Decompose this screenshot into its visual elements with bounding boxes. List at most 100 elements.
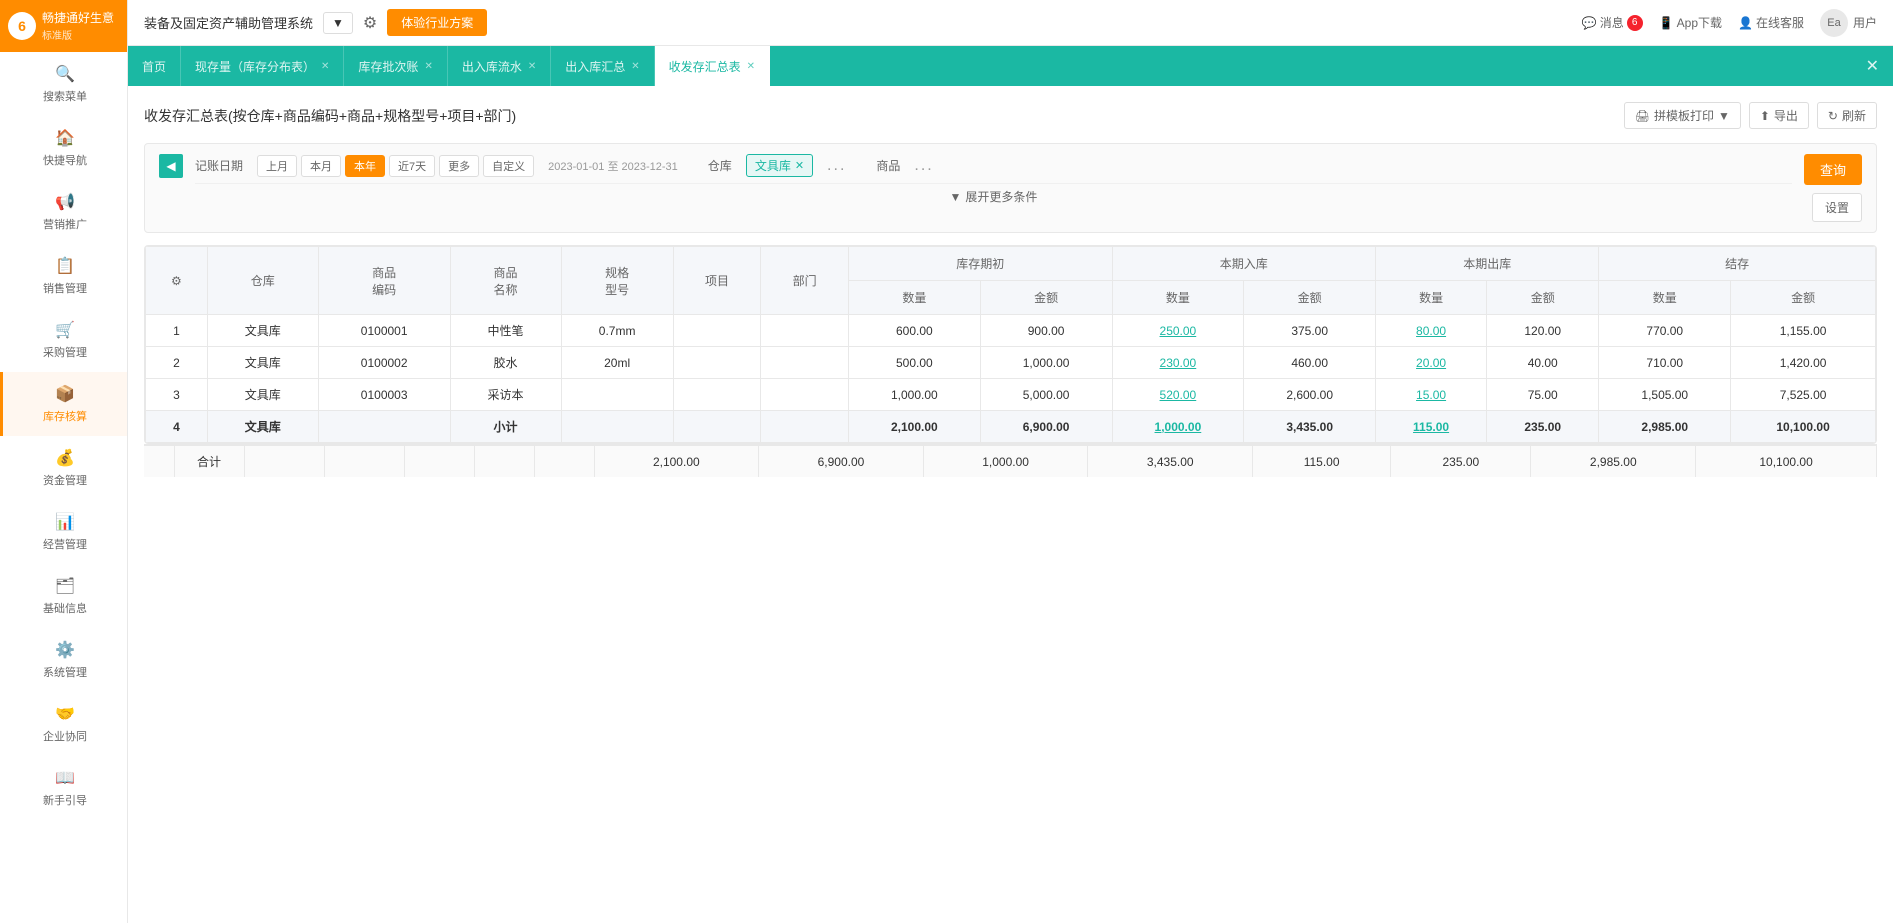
online-service-label: 在线客服 bbox=[1756, 14, 1804, 31]
row-dept bbox=[761, 315, 849, 347]
export-button[interactable]: ⬆ 导出 bbox=[1749, 102, 1809, 129]
subtotal-spec bbox=[561, 411, 673, 443]
sidebar-item-quick-nav[interactable]: 🏠 快捷导航 bbox=[0, 116, 127, 180]
tab-inout-flow-close[interactable]: ✕ bbox=[528, 61, 536, 72]
sidebar-item-marketing[interactable]: 📢 营销推广 bbox=[0, 180, 127, 244]
tab-home[interactable]: 首页 bbox=[128, 46, 181, 86]
footer-total: 合计 2,100.00 6,900.00 1,000.00 3,435.00 1… bbox=[144, 444, 1877, 477]
date-more[interactable]: 更多 bbox=[439, 155, 479, 177]
quick-nav-icon: 🏠 bbox=[55, 128, 75, 148]
logo-title: 畅捷通好生意 bbox=[42, 10, 114, 27]
goods-filter-more[interactable]: ... bbox=[914, 157, 933, 175]
user-info[interactable]: Ea 用户 bbox=[1820, 9, 1877, 37]
table-row: 3 文具库 0100003 采访本 1,000.00 5,000.00 520.… bbox=[146, 379, 1876, 411]
subtotal-in-qty[interactable]: 1,000.00 bbox=[1112, 411, 1244, 443]
date-prev-month[interactable]: 上月 bbox=[257, 155, 297, 177]
table-settings-th[interactable]: ⚙ bbox=[146, 247, 208, 315]
row-in-qty[interactable]: 520.00 bbox=[1112, 379, 1244, 411]
date-7days[interactable]: 近7天 bbox=[389, 155, 435, 177]
sidebar-item-purchase[interactable]: 🛒 采购管理 bbox=[0, 308, 127, 372]
date-custom[interactable]: 自定义 bbox=[483, 155, 534, 177]
row-goods-code: 0100001 bbox=[318, 315, 450, 347]
operation-label: 经营管理 bbox=[43, 536, 87, 552]
tab-stock-dist[interactable]: 现存量（库存分布表） ✕ bbox=[181, 46, 344, 86]
total-out-amt: 235.00 bbox=[1391, 446, 1531, 477]
tab-inout-summary[interactable]: 出入库汇总 ✕ bbox=[551, 46, 654, 86]
tab-inout-flow[interactable]: 出入库流水 ✕ bbox=[448, 46, 551, 86]
row-project bbox=[673, 379, 761, 411]
tab-bar-close-btn[interactable]: ✕ bbox=[1852, 56, 1893, 76]
warehouse-filter-more[interactable]: ... bbox=[827, 157, 846, 175]
sales-label: 销售管理 bbox=[43, 280, 87, 296]
row-dept bbox=[761, 347, 849, 379]
sidebar-item-sales[interactable]: 📋 销售管理 bbox=[0, 244, 127, 308]
message-link[interactable]: 💬 消息 6 bbox=[1582, 14, 1643, 31]
total-in-qty: 1,000.00 bbox=[923, 446, 1088, 477]
row-out-amt: 40.00 bbox=[1487, 347, 1599, 379]
subtotal-open-qty: 2,100.00 bbox=[848, 411, 980, 443]
th-warehouse: 仓库 bbox=[207, 247, 318, 315]
row-project bbox=[673, 315, 761, 347]
sidebar-item-search[interactable]: 🔍 搜索菜单 bbox=[0, 52, 127, 116]
app-download-label: App下载 bbox=[1677, 14, 1722, 31]
print-label: 拼模板打印 bbox=[1654, 107, 1714, 124]
sidebar-item-finance[interactable]: 💰 资金管理 bbox=[0, 436, 127, 500]
sidebar-item-guide[interactable]: 📖 新手引导 bbox=[0, 756, 127, 820]
row-out-qty[interactable]: 15.00 bbox=[1376, 379, 1487, 411]
query-button[interactable]: 查询 bbox=[1804, 154, 1862, 185]
inventory-icon: 📦 bbox=[55, 384, 75, 404]
row-in-qty[interactable]: 230.00 bbox=[1112, 347, 1244, 379]
row-goods-name: 胶水 bbox=[450, 347, 561, 379]
date-range-display: 2023-01-01 至 2023-12-31 bbox=[548, 158, 678, 174]
date-current-year[interactable]: 本年 bbox=[345, 155, 385, 177]
row-warehouse: 文具库 bbox=[207, 379, 318, 411]
top-header: 装备及固定资产辅助管理系统 ▼ ⚙ 体验行业方案 💬 消息 6 📱 App下载 bbox=[128, 0, 1893, 46]
row-goods-name: 中性笔 bbox=[450, 315, 561, 347]
message-icon: 💬 bbox=[1582, 16, 1597, 30]
gear-icon[interactable]: ⚙ bbox=[363, 13, 377, 33]
logo-sub: 标准版 bbox=[42, 27, 114, 42]
sidebar-item-operation[interactable]: 📊 经营管理 bbox=[0, 500, 127, 564]
tab-batch-close[interactable]: ✕ bbox=[424, 61, 432, 72]
tab-recv-send-close[interactable]: ✕ bbox=[747, 61, 755, 72]
online-service-link[interactable]: 👤 在线客服 bbox=[1738, 14, 1804, 31]
row-balance-qty: 710.00 bbox=[1599, 347, 1731, 379]
date-current-month[interactable]: 本月 bbox=[301, 155, 341, 177]
expand-filter-btn[interactable]: ▼ 展开更多条件 bbox=[195, 183, 1792, 209]
refresh-button[interactable]: ↻ 刷新 bbox=[1817, 102, 1877, 129]
operation-icon: 📊 bbox=[55, 512, 75, 532]
subtotal-dept bbox=[761, 411, 849, 443]
row-in-amt: 375.00 bbox=[1244, 315, 1376, 347]
row-in-qty[interactable]: 250.00 bbox=[1112, 315, 1244, 347]
row-out-amt: 120.00 bbox=[1487, 315, 1599, 347]
sidebar-item-basic[interactable]: 🗂 基础信息 bbox=[0, 564, 127, 628]
print-button[interactable]: 🖨 拼模板打印 ▼ bbox=[1624, 102, 1741, 129]
sidebar-item-inventory[interactable]: 📦 库存核算 bbox=[0, 372, 127, 436]
filter-collapse-btn[interactable]: ◀ bbox=[159, 154, 183, 178]
row-out-qty[interactable]: 20.00 bbox=[1376, 347, 1487, 379]
tab-recv-send[interactable]: 收发存汇总表 ✕ bbox=[655, 46, 770, 86]
tab-inout-summary-close[interactable]: ✕ bbox=[631, 61, 639, 72]
sidebar-item-collab[interactable]: 🤝 企业协同 bbox=[0, 692, 127, 756]
settings-button[interactable]: 设置 bbox=[1812, 193, 1862, 222]
app-download-link[interactable]: 📱 App下载 bbox=[1659, 14, 1722, 31]
total-open-qty: 2,100.00 bbox=[594, 446, 759, 477]
tab-batch[interactable]: 库存批次账 ✕ bbox=[344, 46, 447, 86]
total-open-amt: 6,900.00 bbox=[759, 446, 924, 477]
row-goods-name: 采访本 bbox=[450, 379, 561, 411]
trial-button[interactable]: 体验行业方案 bbox=[387, 9, 487, 36]
table-row: 1 文具库 0100001 中性笔 0.7mm 600.00 900.00 25… bbox=[146, 315, 1876, 347]
sidebar-logo: 6 畅捷通好生意 标准版 bbox=[0, 0, 127, 52]
row-warehouse: 文具库 bbox=[207, 347, 318, 379]
tab-stock-dist-close[interactable]: ✕ bbox=[321, 61, 329, 72]
row-goods-spec: 0.7mm bbox=[561, 315, 673, 347]
sidebar-nav: 🔍 搜索菜单 🏠 快捷导航 📢 营销推广 📋 销售管理 🛒 采购管理 📦 库存核… bbox=[0, 52, 127, 923]
warehouse-filter-remove[interactable]: ✕ bbox=[795, 159, 804, 172]
row-in-amt: 460.00 bbox=[1244, 347, 1376, 379]
subtotal-out-qty[interactable]: 115.00 bbox=[1376, 411, 1487, 443]
filter-bar: ◀ 记账日期 上月 本月 本年 近7天 更多 自定义 bbox=[144, 143, 1877, 233]
basic-label: 基础信息 bbox=[43, 600, 87, 616]
sidebar-item-system[interactable]: ⚙️ 系统管理 bbox=[0, 628, 127, 692]
row-out-qty[interactable]: 80.00 bbox=[1376, 315, 1487, 347]
system-selector[interactable]: ▼ bbox=[323, 12, 353, 34]
